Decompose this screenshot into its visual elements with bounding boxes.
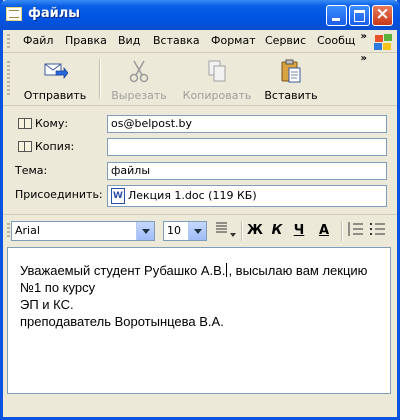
title-bar[interactable]: файлы (0, 0, 400, 30)
chevron-down-icon[interactable] (136, 222, 154, 240)
copy-button[interactable]: Копировать (177, 57, 257, 103)
paste-label: Вставить (264, 89, 318, 102)
attach-field[interactable]: W Лекция 1.doc (119 КБ) (107, 185, 387, 207)
minimize-button[interactable] (326, 5, 347, 26)
message-line-2: №1 по курсу (20, 280, 96, 295)
send-icon (42, 59, 69, 83)
clipboard-icon (278, 59, 304, 83)
message-line-3: ЭП и КС. (20, 297, 74, 312)
menu-file[interactable]: Файл (23, 34, 53, 47)
font-color-label: А (318, 223, 330, 238)
maximize-button[interactable] (349, 5, 370, 26)
menu-format[interactable]: Формат (211, 34, 256, 47)
cut-button[interactable]: Вырезать (99, 57, 179, 103)
format-separator (241, 221, 243, 241)
copy-label: Копировать (182, 89, 252, 102)
cc-label: Копия: (35, 140, 75, 153)
cc-button[interactable]: Копия: (15, 138, 74, 156)
format-bar: Arial 10 Ж К Ч А (3, 214, 397, 245)
windows-logo-icon (373, 33, 393, 51)
word-document-icon: W (111, 188, 125, 204)
attachment-item[interactable]: Лекция 1.doc (119 КБ) (128, 189, 257, 202)
close-button[interactable] (372, 5, 393, 26)
numbered-list-button[interactable] (347, 220, 365, 242)
cc-field[interactable] (107, 138, 387, 156)
bold-button[interactable]: Ж (247, 223, 263, 238)
toolbar: Отправить Вырезать Копировать Вставить » (3, 53, 397, 106)
menu-bar: Файл Правка Вид Вставка Формат Сервис Со… (3, 30, 397, 53)
toolbar-more-chevron[interactable]: » (361, 53, 367, 64)
compose-window: файлы Файл Правка Вид Вставка Формат Сер… (0, 0, 400, 420)
to-button[interactable]: Кому: (15, 115, 68, 133)
subject-field[interactable]: файлы (107, 162, 387, 180)
message-line-1: Уважаемый студент Рубашко А.В., высылаю … (20, 263, 368, 278)
font-size-select[interactable]: 10 (163, 221, 207, 241)
status-bar (3, 396, 397, 417)
address-book-icon (18, 118, 32, 129)
send-label: Отправить (23, 89, 87, 102)
italic-button[interactable]: К (269, 223, 285, 238)
font-name-value: Arial (15, 224, 40, 237)
paragraph-style-button[interactable] (215, 220, 237, 242)
font-name-select[interactable]: Arial (11, 221, 155, 241)
header-fields: Кому: os@belpost.by Копия: Тема: файлы П… (3, 106, 397, 214)
bullet-list-icon (370, 223, 385, 235)
format-separator (341, 221, 343, 241)
menu-edit[interactable]: Правка (65, 34, 107, 47)
menu-more-chevron[interactable]: » (361, 31, 367, 42)
window-title: файлы (28, 6, 81, 21)
send-button[interactable]: Отправить (15, 57, 95, 103)
menu-insert[interactable]: Вставка (153, 34, 200, 47)
underline-button[interactable]: Ч (291, 223, 307, 238)
message-line-4: преподаватель Воротынцева В.А. (20, 314, 224, 329)
font-size-value: 10 (167, 224, 181, 237)
bullet-list-button[interactable] (369, 220, 387, 242)
cut-label: Вырезать (111, 89, 167, 102)
copy-icon (204, 59, 230, 83)
message-text: Уважаемый студент Рубашко А.В., высылаю … (20, 262, 367, 330)
numbered-list-icon (348, 222, 363, 236)
font-color-button[interactable]: А (313, 223, 335, 238)
menu-message[interactable]: Сообщ (317, 34, 355, 47)
paste-button[interactable]: Вставить (251, 57, 331, 103)
chevron-down-icon[interactable] (188, 222, 206, 240)
menu-tools[interactable]: Сервис (265, 34, 306, 47)
attach-label: Присоединить: (15, 188, 103, 201)
toolbar-grip[interactable] (7, 61, 10, 97)
menu-view[interactable]: Вид (118, 34, 140, 47)
scissors-icon (126, 59, 152, 83)
subject-label: Тема: (15, 164, 48, 177)
message-icon (6, 7, 22, 21)
message-body[interactable]: Уважаемый студент Рубашко А.В., высылаю … (7, 247, 391, 394)
to-label: Кому: (35, 117, 69, 130)
to-field[interactable]: os@belpost.by (107, 115, 387, 133)
address-book-icon (18, 141, 32, 152)
menu-grip[interactable] (7, 34, 10, 48)
formatbar-grip[interactable] (7, 223, 10, 239)
paragraph-style-icon (216, 222, 236, 237)
